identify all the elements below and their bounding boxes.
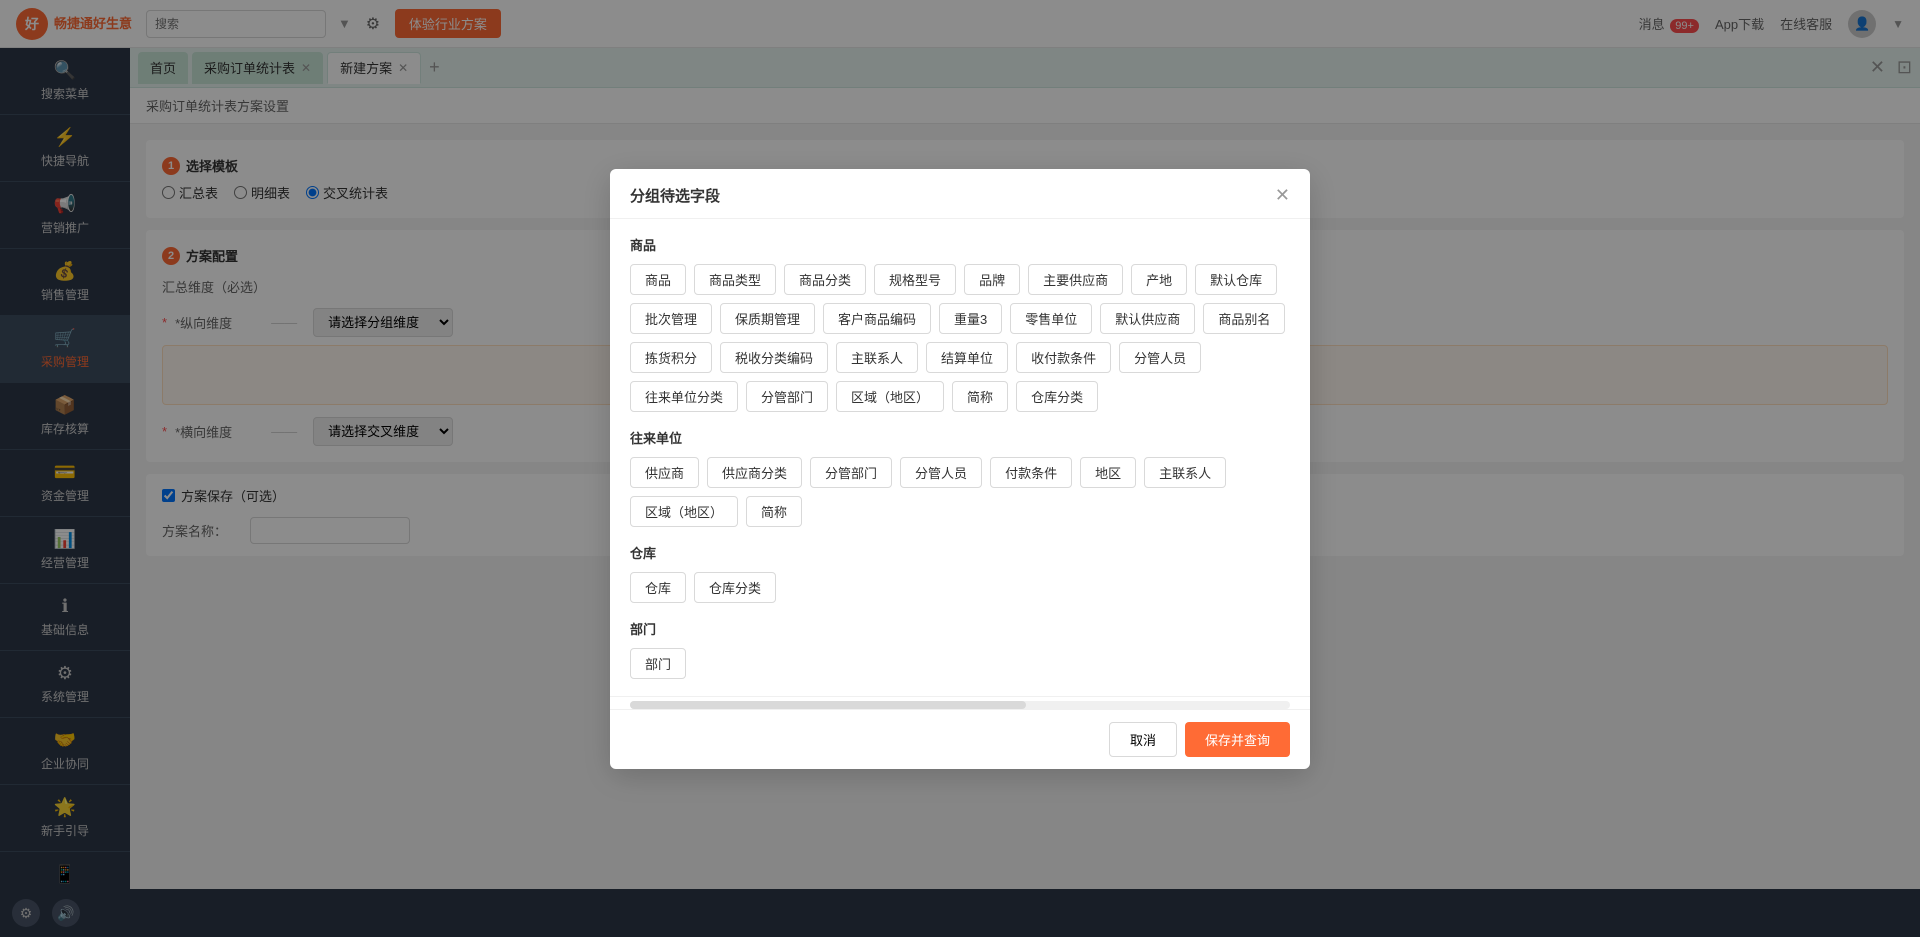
- field-tag-product-25[interactable]: 仓库分类: [1016, 381, 1098, 412]
- field-tag-product-23[interactable]: 区域（地区）: [836, 381, 944, 412]
- section-department: 部门 部门: [630, 619, 1290, 679]
- field-select-modal: 分组待选字段 ✕ 商品 商品 商品类型 商品分类 规格型号 品牌 主要供应商 产…: [610, 169, 1310, 769]
- field-tag-product-0[interactable]: 商品: [630, 264, 686, 295]
- modal-confirm-button[interactable]: 保存并查询: [1185, 722, 1290, 757]
- field-tag-supplier-0[interactable]: 供应商: [630, 457, 699, 488]
- field-tag-supplier-5[interactable]: 地区: [1080, 457, 1136, 488]
- field-tag-department-0[interactable]: 部门: [630, 648, 686, 679]
- field-tag-product-15[interactable]: 拣货积分: [630, 342, 712, 373]
- section-department-tags: 部门: [630, 648, 1290, 679]
- field-tag-product-9[interactable]: 保质期管理: [720, 303, 815, 334]
- section-supplier-tags: 供应商 供应商分类 分管部门 分管人员 付款条件 地区 主联系人 区域（地区） …: [630, 457, 1290, 527]
- modal-header: 分组待选字段 ✕: [610, 169, 1310, 219]
- field-tag-product-14[interactable]: 商品别名: [1203, 303, 1285, 334]
- field-tag-product-3[interactable]: 规格型号: [874, 264, 956, 295]
- modal-body[interactable]: 商品 商品 商品类型 商品分类 规格型号 品牌 主要供应商 产地 默认仓库 批次…: [610, 219, 1310, 696]
- field-tag-product-11[interactable]: 重量3: [939, 303, 1002, 334]
- field-tag-product-13[interactable]: 默认供应商: [1100, 303, 1195, 334]
- field-tag-product-12[interactable]: 零售单位: [1010, 303, 1092, 334]
- section-product-title: 商品: [630, 235, 1290, 254]
- field-tag-product-6[interactable]: 产地: [1131, 264, 1187, 295]
- modal-overlay: 分组待选字段 ✕ 商品 商品 商品类型 商品分类 规格型号 品牌 主要供应商 产…: [0, 0, 1920, 937]
- section-warehouse: 仓库 仓库 仓库分类: [630, 543, 1290, 603]
- field-tag-product-8[interactable]: 批次管理: [630, 303, 712, 334]
- field-tag-product-5[interactable]: 主要供应商: [1028, 264, 1123, 295]
- modal-title: 分组待选字段: [630, 185, 720, 206]
- field-tag-product-18[interactable]: 结算单位: [926, 342, 1008, 373]
- field-tag-supplier-8[interactable]: 简称: [746, 496, 802, 527]
- field-tag-product-4[interactable]: 品牌: [964, 264, 1020, 295]
- field-tag-supplier-3[interactable]: 分管人员: [900, 457, 982, 488]
- modal-hscrollbar[interactable]: [610, 696, 1310, 709]
- modal-close-button[interactable]: ✕: [1275, 185, 1290, 206]
- field-tag-product-10[interactable]: 客户商品编码: [823, 303, 931, 334]
- section-product: 商品 商品 商品类型 商品分类 规格型号 品牌 主要供应商 产地 默认仓库 批次…: [630, 235, 1290, 412]
- field-tag-product-20[interactable]: 分管人员: [1119, 342, 1201, 373]
- field-tag-supplier-6[interactable]: 主联系人: [1144, 457, 1226, 488]
- field-tag-product-7[interactable]: 默认仓库: [1195, 264, 1277, 295]
- field-tag-supplier-2[interactable]: 分管部门: [810, 457, 892, 488]
- field-tag-supplier-4[interactable]: 付款条件: [990, 457, 1072, 488]
- field-tag-product-1[interactable]: 商品类型: [694, 264, 776, 295]
- modal-cancel-button[interactable]: 取消: [1109, 722, 1177, 757]
- field-tag-product-21[interactable]: 往来单位分类: [630, 381, 738, 412]
- field-tag-warehouse-1[interactable]: 仓库分类: [694, 572, 776, 603]
- section-department-title: 部门: [630, 619, 1290, 638]
- section-warehouse-tags: 仓库 仓库分类: [630, 572, 1290, 603]
- field-tag-product-22[interactable]: 分管部门: [746, 381, 828, 412]
- section-warehouse-title: 仓库: [630, 543, 1290, 562]
- section-product-tags: 商品 商品类型 商品分类 规格型号 品牌 主要供应商 产地 默认仓库 批次管理 …: [630, 264, 1290, 412]
- section-supplier: 往来单位 供应商 供应商分类 分管部门 分管人员 付款条件 地区 主联系人 区域…: [630, 428, 1290, 527]
- field-tag-product-16[interactable]: 税收分类编码: [720, 342, 828, 373]
- field-tag-supplier-1[interactable]: 供应商分类: [707, 457, 802, 488]
- field-tag-product-24[interactable]: 简称: [952, 381, 1008, 412]
- modal-footer: 取消 保存并查询: [610, 709, 1310, 769]
- field-tag-product-17[interactable]: 主联系人: [836, 342, 918, 373]
- field-tag-warehouse-0[interactable]: 仓库: [630, 572, 686, 603]
- field-tag-supplier-7[interactable]: 区域（地区）: [630, 496, 738, 527]
- section-supplier-title: 往来单位: [630, 428, 1290, 447]
- field-tag-product-2[interactable]: 商品分类: [784, 264, 866, 295]
- field-tag-product-19[interactable]: 收付款条件: [1016, 342, 1111, 373]
